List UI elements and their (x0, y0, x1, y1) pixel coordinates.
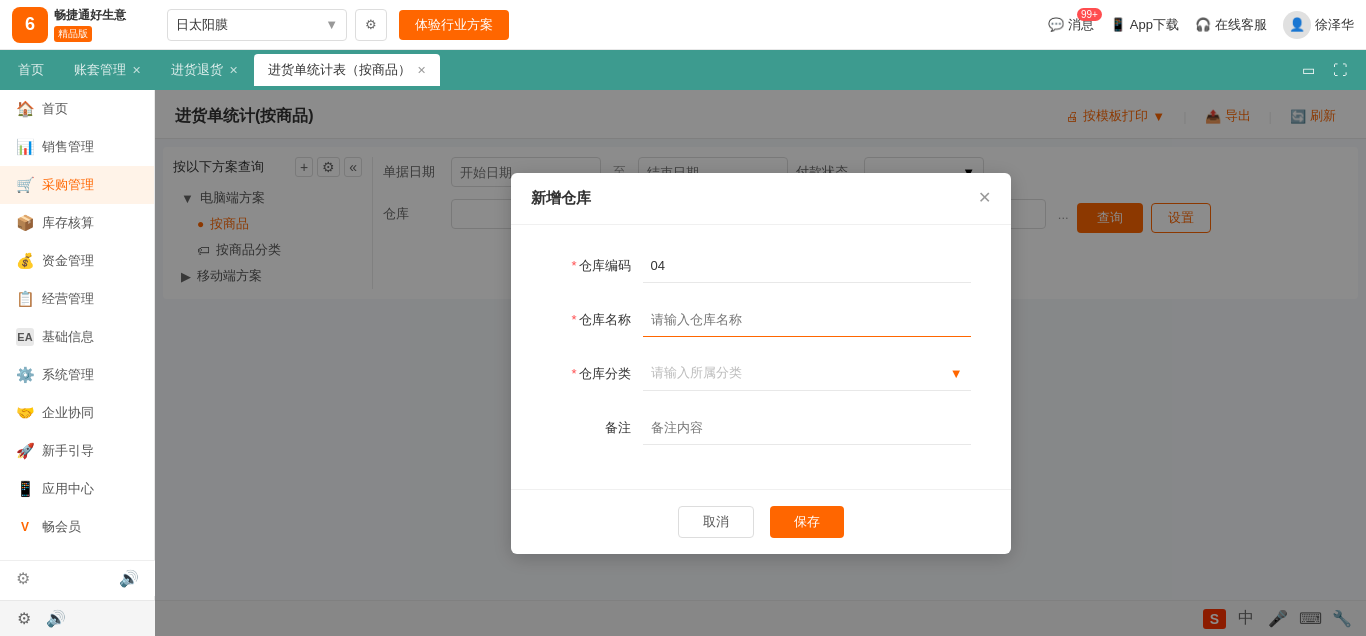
remark-row: 备注 (551, 411, 971, 445)
warehouse-code-row: 仓库编码 (551, 249, 971, 283)
modal-footer: 取消 保存 (511, 489, 1011, 554)
warehouse-name-input[interactable] (643, 303, 971, 337)
tab-bar: 首页 账套管理 ✕ 进货退货 ✕ 进货单统计表（按商品） ✕ ▭ ⛶ (0, 50, 1366, 90)
sidebar-item-apps[interactable]: 📱 应用中心 (0, 470, 154, 508)
sidebar-item-operations[interactable]: 📋 经营管理 (0, 280, 154, 318)
message-icon: 💬 (1048, 17, 1064, 32)
category-select-arrow-icon: ▼ (950, 366, 963, 381)
dropdown-arrow-icon: ▼ (325, 17, 338, 32)
apps-icon: 📱 (16, 480, 34, 498)
warehouse-name-label: 仓库名称 (551, 311, 631, 329)
top-header: 6 畅捷通好生意 精品版 日太阳膜 ▼ ⚙ 体验行业方案 💬 消息 99+ 📱 … (0, 0, 1366, 50)
logo-icon: 6 (12, 7, 48, 43)
warehouse-category-row: 仓库分类 请输入所属分类 ▼ (551, 357, 971, 391)
tab-home[interactable]: 首页 (4, 54, 58, 86)
header-right: 💬 消息 99+ 📱 App下载 🎧 在线客服 👤 徐泽华 (1048, 11, 1354, 39)
main-layout: 🏠 首页 📊 销售管理 🛒 采购管理 📦 库存核算 💰 资金管理 📋 经营管理 … (0, 90, 1366, 636)
purchase-icon: 🛒 (16, 176, 34, 194)
experience-button[interactable]: 体验行业方案 (399, 10, 509, 40)
sidebar-item-basic-info[interactable]: EA 基础信息 (0, 318, 154, 356)
phone-icon: 📱 (1110, 17, 1126, 32)
warehouse-name-row: 仓库名称 (551, 303, 971, 337)
store-search-select[interactable]: 日太阳膜 ▼ (167, 9, 347, 41)
sidebar-settings-icon[interactable]: ⚙ (16, 569, 30, 588)
modal-close-btn[interactable]: ✕ (978, 190, 991, 206)
sidebar-sound-icon[interactable]: 🔊 (119, 569, 139, 588)
sidebar-item-system[interactable]: ⚙️ 系统管理 (0, 356, 154, 394)
warehouse-code-label: 仓库编码 (551, 257, 631, 275)
sidebar-item-purchase[interactable]: 🛒 采购管理 (0, 166, 154, 204)
save-button[interactable]: 保存 (770, 506, 844, 538)
modal-header: 新增仓库 ✕ (511, 173, 1011, 225)
vip-icon: V (16, 518, 34, 536)
tab-close-stats[interactable]: ✕ (417, 64, 426, 77)
tab-purchase-stats[interactable]: 进货单统计表（按商品） ✕ (254, 54, 440, 86)
tab-close-account[interactable]: ✕ (132, 64, 141, 77)
home-icon: 🏠 (16, 100, 34, 118)
sidebar-item-newbie[interactable]: 🚀 新手引导 (0, 432, 154, 470)
sidebar-item-enterprise[interactable]: 🤝 企业协同 (0, 394, 154, 432)
bottom-left: ⚙ 🔊 (12, 607, 68, 631)
sidebar-item-finance[interactable]: 💰 资金管理 (0, 242, 154, 280)
user-profile[interactable]: 👤 徐泽华 (1283, 11, 1354, 39)
bottom-sound-icon[interactable]: 🔊 (44, 607, 68, 631)
system-icon: ⚙️ (16, 366, 34, 384)
enterprise-icon: 🤝 (16, 404, 34, 422)
sales-icon: 📊 (16, 138, 34, 156)
avatar: 👤 (1283, 11, 1311, 39)
bottom-settings-icon[interactable]: ⚙ (12, 607, 36, 631)
tab-minimize-btn[interactable]: ▭ (1294, 56, 1322, 84)
settings-icon-btn[interactable]: ⚙ (355, 9, 387, 41)
newbie-icon: 🚀 (16, 442, 34, 460)
inventory-icon: 📦 (16, 214, 34, 232)
modal-overlay: 新增仓库 ✕ 仓库编码 仓库名称 仓库分类 (155, 90, 1366, 636)
modal-title: 新增仓库 (531, 189, 591, 208)
tab-account[interactable]: 账套管理 ✕ (60, 54, 155, 86)
sidebar-item-home[interactable]: 🏠 首页 (0, 90, 154, 128)
finance-icon: 💰 (16, 252, 34, 270)
tab-maximize-btn[interactable]: ⛶ (1326, 56, 1354, 84)
sidebar: 🏠 首页 📊 销售管理 🛒 采购管理 📦 库存核算 💰 资金管理 📋 经营管理 … (0, 90, 155, 636)
remark-input[interactable] (643, 411, 971, 445)
sidebar-item-inventory[interactable]: 📦 库存核算 (0, 204, 154, 242)
sidebar-item-vip[interactable]: V 畅会员 (0, 508, 154, 546)
headset-icon: 🎧 (1195, 17, 1211, 32)
app-download-btn[interactable]: 📱 App下载 (1110, 16, 1179, 34)
warehouse-category-label: 仓库分类 (551, 365, 631, 383)
basic-info-icon: EA (16, 328, 34, 346)
logo-text: 畅捷通好生意 精品版 (54, 7, 126, 42)
online-service-btn[interactable]: 🎧 在线客服 (1195, 16, 1267, 34)
tab-purchase-return[interactable]: 进货退货 ✕ (157, 54, 252, 86)
cancel-button[interactable]: 取消 (678, 506, 754, 538)
remark-label: 备注 (551, 419, 631, 437)
logo-area: 6 畅捷通好生意 精品版 (12, 7, 167, 43)
operations-icon: 📋 (16, 290, 34, 308)
add-warehouse-modal: 新增仓库 ✕ 仓库编码 仓库名称 仓库分类 (511, 173, 1011, 554)
sidebar-item-sales[interactable]: 📊 销售管理 (0, 128, 154, 166)
warehouse-code-input[interactable] (643, 249, 971, 283)
messages-btn[interactable]: 💬 消息 99+ (1048, 16, 1094, 34)
tab-actions: ▭ ⛶ (1294, 56, 1362, 84)
search-area: 日太阳膜 ▼ ⚙ 体验行业方案 (167, 9, 1048, 41)
tab-close-purchase[interactable]: ✕ (229, 64, 238, 77)
modal-body: 仓库编码 仓库名称 仓库分类 请输入所属分类 ▼ (511, 225, 1011, 489)
warehouse-category-select[interactable]: 请输入所属分类 ▼ (643, 357, 971, 391)
content-area: 进货单统计(按商品) 🖨 按模板打印 ▼ | 📤 导出 | 🔄 刷新 (155, 90, 1366, 636)
